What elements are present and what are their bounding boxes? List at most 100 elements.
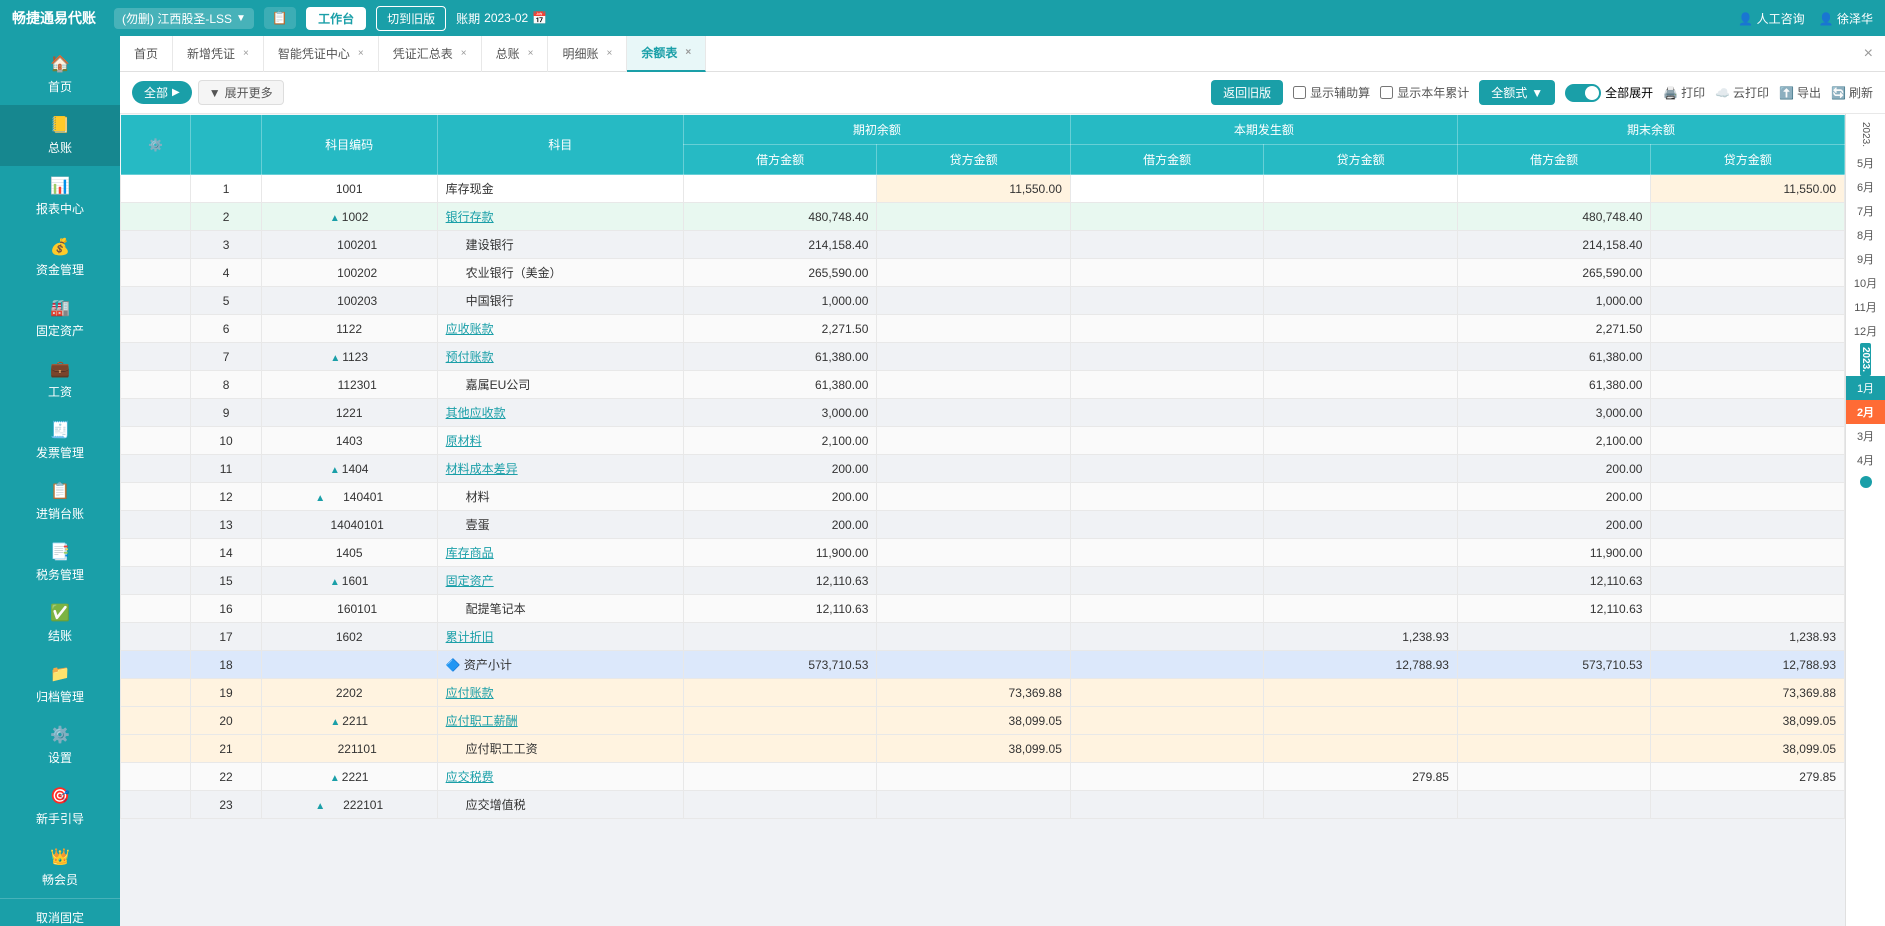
row-name-cell: 建设银行 — [437, 231, 683, 259]
user-avatar[interactable]: 👤 徐泽华 — [1819, 10, 1873, 27]
tab-detail-ledger-close[interactable]: × — [606, 48, 612, 59]
right-month-9[interactable]: 9月 — [1846, 247, 1885, 271]
sidebar-item-fixed-assets[interactable]: 🏭 固定资产 — [0, 288, 120, 349]
expand-icon[interactable]: ▲ — [330, 465, 340, 476]
sidebar-item-settlement[interactable]: ✅ 结账 — [0, 593, 120, 654]
row-no-cell: 11 — [191, 455, 261, 483]
row-name-cell[interactable]: 累计折旧 — [437, 623, 683, 651]
account-name-link[interactable]: 应付职工薪酬 — [446, 714, 518, 728]
expand-icon[interactable]: ▲ — [330, 353, 340, 364]
right-month-1[interactable]: 1月 — [1846, 376, 1885, 400]
row-name-cell[interactable]: 预付账款 — [437, 343, 683, 371]
row-name-cell[interactable]: 其他应收款 — [437, 399, 683, 427]
right-month-5[interactable]: 5月 — [1846, 151, 1885, 175]
tab-new-voucher[interactable]: 新增凭证 × — [173, 36, 264, 72]
row-name-cell[interactable]: 应付职工薪酬 — [437, 707, 683, 735]
right-month-11[interactable]: 11月 — [1846, 295, 1885, 319]
no-col-header — [191, 115, 261, 175]
show-ytd-checkbox[interactable]: 显示本年累计 — [1380, 84, 1469, 101]
sidebar-item-newbie[interactable]: 🎯 新手引导 — [0, 776, 120, 837]
tax-icon: 📑 — [50, 542, 70, 562]
copy-button[interactable]: 📋 — [264, 7, 296, 29]
sidebar-item-tax[interactable]: 📑 税务管理 — [0, 532, 120, 593]
sidebar-item-archive[interactable]: 📁 归档管理 — [0, 654, 120, 715]
expand-button[interactable]: ▼ 展开更多 — [198, 80, 284, 105]
cloud-print-button[interactable]: ☁️ 云打印 — [1715, 84, 1769, 101]
unpin-button[interactable]: 取消固定 — [0, 899, 120, 926]
right-month-7[interactable]: 7月 — [1846, 199, 1885, 223]
refresh-button[interactable]: 🔄 刷新 — [1831, 84, 1873, 101]
tab-close-all[interactable]: × — [1852, 45, 1885, 63]
expand-icon[interactable]: ▲ — [330, 577, 340, 588]
right-month-2[interactable]: 2月 — [1846, 400, 1885, 424]
tab-balance-sheet[interactable]: 余额表 × — [627, 36, 706, 72]
sidebar-item-purchase[interactable]: 📋 进销台账 — [0, 471, 120, 532]
expand-icon[interactable]: ▲ — [330, 717, 340, 728]
expand-icon[interactable]: ▲ — [330, 773, 340, 784]
account-name-link[interactable]: 应付账款 — [446, 686, 494, 700]
account-name-link[interactable]: 累计折旧 — [446, 630, 494, 644]
print-button[interactable]: 🖨️ 打印 — [1663, 84, 1705, 101]
tab-voucher-summary[interactable]: 凭证汇总表 × — [379, 36, 482, 72]
sidebar-item-member[interactable]: 👑 畅会员 — [0, 837, 120, 898]
aux-checkbox-input[interactable] — [1293, 86, 1306, 99]
tab-home[interactable]: 首页 — [120, 36, 173, 72]
tab-new-voucher-close[interactable]: × — [243, 48, 249, 59]
right-month-12[interactable]: 12月 — [1846, 319, 1885, 343]
sidebar-item-general-ledger[interactable]: 📒 总账 — [0, 105, 120, 166]
all-button[interactable]: 全部 ▶ — [132, 81, 192, 104]
right-month-10[interactable]: 10月 — [1846, 271, 1885, 295]
sidebar-item-payroll[interactable]: 💼 工资 — [0, 349, 120, 410]
tab-voucher-summary-close[interactable]: × — [461, 48, 467, 59]
account-name-link[interactable]: 预付账款 — [446, 350, 494, 364]
row-name-cell[interactable]: 材料成本差异 — [437, 455, 683, 483]
format-button[interactable]: 全额式 ▼ — [1479, 80, 1555, 105]
row-name-cell[interactable]: 原材料 — [437, 427, 683, 455]
account-name-link[interactable]: 固定资产 — [446, 574, 494, 588]
table-wrapper[interactable]: ⚙️ 科目编码 科目 期初余额 本期发生额 期末余额 借方金额 贷方金额 — [120, 114, 1845, 926]
tab-general-ledger-close[interactable]: × — [528, 48, 534, 59]
expand-all-toggle[interactable]: 全部展开 — [1565, 84, 1653, 102]
tab-detail-ledger[interactable]: 明细账 × — [548, 36, 627, 72]
right-month-4[interactable]: 4月 — [1846, 448, 1885, 472]
expand-icon[interactable]: ▲ — [330, 213, 340, 224]
ytd-checkbox-input[interactable] — [1380, 86, 1393, 99]
workbench-button[interactable]: 工作台 — [306, 7, 366, 30]
account-name-link[interactable]: 原材料 — [446, 434, 482, 448]
tab-general-ledger[interactable]: 总账 × — [482, 36, 549, 72]
sidebar-item-reports[interactable]: 📊 报表中心 — [0, 166, 120, 227]
tab-smart-verify-close[interactable]: × — [358, 48, 364, 59]
right-month-8[interactable]: 8月 — [1846, 223, 1885, 247]
sidebar-item-home[interactable]: 🏠 首页 — [0, 44, 120, 105]
row-name-cell[interactable]: 固定资产 — [437, 567, 683, 595]
sidebar-item-invoice[interactable]: 🧾 发票管理 — [0, 410, 120, 471]
row-name-cell[interactable]: 应交税费 — [437, 763, 683, 791]
row-name-cell[interactable]: 应收账款 — [437, 315, 683, 343]
company-selector[interactable]: (勿删) 江西股圣-LSS ▼ — [114, 8, 254, 29]
back-old-version-button[interactable]: 返回旧版 — [1211, 80, 1283, 105]
account-name-link[interactable]: 其他应收款 — [446, 406, 506, 420]
export-button[interactable]: ⬆️ 导出 — [1779, 84, 1821, 101]
row-name-cell[interactable]: 应付账款 — [437, 679, 683, 707]
row-name-cell[interactable]: 库存商品 — [437, 539, 683, 567]
switch-version-button[interactable]: 切到旧版 — [376, 6, 446, 31]
expand-icon[interactable]: ▲ — [315, 801, 325, 812]
account-name-link[interactable]: 材料成本差异 — [446, 462, 518, 476]
account-name-link[interactable]: 应收账款 — [446, 322, 494, 336]
right-month-3[interactable]: 3月 — [1846, 424, 1885, 448]
row-name-cell[interactable]: 银行存款 — [437, 203, 683, 231]
calendar-icon[interactable]: 📅 — [532, 11, 547, 25]
expand-icon[interactable]: ▲ — [315, 493, 325, 504]
tab-balance-sheet-close[interactable]: × — [685, 47, 691, 58]
account-name-link[interactable]: 银行存款 — [446, 210, 494, 224]
toggle-track[interactable] — [1565, 84, 1601, 102]
account-name-link[interactable]: 应交税费 — [446, 770, 494, 784]
sidebar-label-home: 首页 — [48, 78, 72, 95]
consult-button[interactable]: 👤 人工咨询 — [1738, 10, 1804, 27]
right-month-6[interactable]: 6月 — [1846, 175, 1885, 199]
account-name-link[interactable]: 库存商品 — [446, 546, 494, 560]
sidebar-item-funds[interactable]: 💰 资金管理 — [0, 227, 120, 288]
tab-smart-verify[interactable]: 智能凭证中心 × — [264, 36, 379, 72]
show-aux-checkbox[interactable]: 显示辅助算 — [1293, 84, 1370, 101]
sidebar-item-settings[interactable]: ⚙️ 设置 — [0, 715, 120, 776]
